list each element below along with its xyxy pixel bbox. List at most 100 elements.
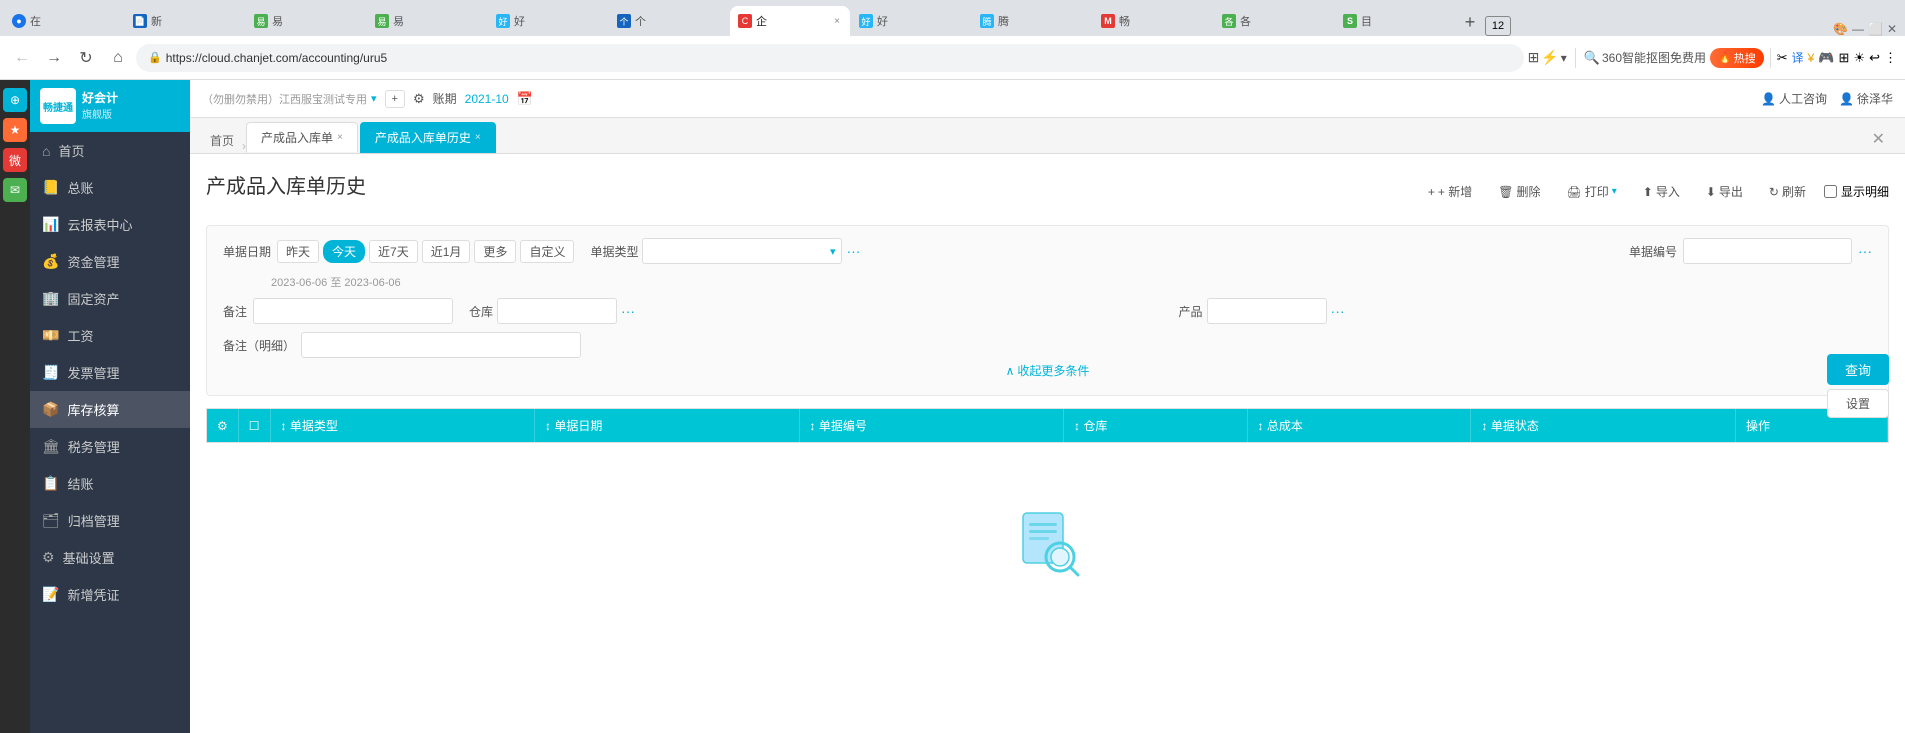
settings-gear-button[interactable]: ⚙: [413, 91, 425, 107]
tab-4[interactable]: 易 易: [367, 6, 487, 36]
customize-chrome-icon[interactable]: 🎨: [1833, 22, 1848, 36]
scissors-icon[interactable]: ✂: [1777, 50, 1788, 66]
sidebar-item-home[interactable]: ⌂ 首页: [30, 132, 190, 169]
sidebar-item-basic[interactable]: ⚙ 基础设置: [30, 539, 190, 576]
warehouse-select[interactable]: [497, 298, 617, 324]
sidebar-item-fixed[interactable]: 🏢 固定资产: [30, 280, 190, 317]
sidebar-item-newvoucher[interactable]: 📝 新增凭证: [30, 576, 190, 613]
product-select[interactable]: [1207, 298, 1327, 324]
th-date[interactable]: ↕ 单据日期: [535, 409, 800, 442]
tab-7-close[interactable]: ×: [832, 14, 842, 29]
translate-icon[interactable]: 译: [1792, 49, 1804, 66]
grid-icon[interactable]: ⊞: [1528, 49, 1540, 66]
remark-input[interactable]: [253, 298, 453, 324]
lightning-icon[interactable]: ⚡: [1541, 49, 1558, 66]
tab-9[interactable]: 腾 腾: [972, 6, 1092, 36]
address-bar[interactable]: 🔒 https://cloud.chanjet.com/accounting/u…: [136, 44, 1524, 72]
date-btn-yesterday[interactable]: 昨天: [277, 240, 319, 263]
tab-8[interactable]: 好 好: [851, 6, 971, 36]
date-btn-more[interactable]: 更多: [474, 240, 516, 263]
sidebar-item-invoice[interactable]: 🧾 发票管理: [30, 354, 190, 391]
sidebar-item-funds[interactable]: 💰 资金管理: [30, 243, 190, 280]
new-tab-button[interactable]: +: [1456, 8, 1484, 36]
th-type[interactable]: ↕ 单据类型: [270, 409, 535, 442]
page-tab-history[interactable]: 产成品入库单历史 ×: [360, 122, 496, 153]
th-warehouse[interactable]: ↕ 仓库: [1064, 409, 1247, 442]
date-btn-today[interactable]: 今天: [323, 240, 365, 263]
th-number[interactable]: ↕ 单据编号: [799, 409, 1064, 442]
tab-10[interactable]: M 畅: [1093, 6, 1213, 36]
tab-7[interactable]: C 企 ×: [730, 6, 850, 36]
remark2-input[interactable]: [301, 332, 581, 358]
page-tab-list[interactable]: 产成品入库单 ×: [246, 122, 358, 153]
game-icon[interactable]: 🎮: [1818, 50, 1834, 66]
tab-11[interactable]: 各 各: [1214, 6, 1334, 36]
tab-2[interactable]: 📄 新: [125, 6, 245, 36]
undo-icon[interactable]: ↩: [1869, 50, 1880, 66]
window-restore[interactable]: ⬜: [1868, 22, 1883, 36]
dock-icon-3[interactable]: 微: [3, 148, 27, 172]
import-button[interactable]: ⬆ 导入: [1635, 179, 1688, 204]
th-status[interactable]: ↕ 单据状态: [1471, 409, 1736, 442]
user-name[interactable]: 👤 徐泽华: [1839, 90, 1893, 107]
sun-icon[interactable]: ☀: [1853, 50, 1865, 66]
number-dots-button[interactable]: ···: [1858, 243, 1872, 259]
print-button[interactable]: 🖨 打印 ▾: [1558, 179, 1624, 204]
layout-icon[interactable]: ⊞: [1839, 50, 1850, 66]
settings-button[interactable]: 设置: [1827, 389, 1889, 418]
show-cols-checkbox[interactable]: [1824, 185, 1837, 198]
collapse-bar[interactable]: ∧ 收起更多条件: [223, 358, 1872, 383]
more-settings-icon[interactable]: ⋮: [1884, 50, 1897, 66]
date-btn-1month[interactable]: 近1月: [422, 240, 471, 263]
show-cols-checkbox-label[interactable]: 显示明细: [1824, 183, 1889, 200]
yuan-icon[interactable]: ¥: [1808, 51, 1815, 65]
sidebar-item-archive[interactable]: 🗂 归档管理: [30, 502, 190, 539]
tab-11-icon: 各: [1222, 14, 1236, 28]
number-input[interactable]: [1683, 238, 1852, 264]
sidebar-item-ledger[interactable]: 📒 总账: [30, 169, 190, 206]
add-company-button[interactable]: +: [385, 90, 405, 108]
delete-button[interactable]: 🗑 删除: [1490, 179, 1548, 204]
query-button[interactable]: 查询: [1827, 354, 1889, 385]
dock-icon-4[interactable]: ✉: [3, 178, 27, 202]
tab-3[interactable]: 易 易: [246, 6, 366, 36]
th-checkbox[interactable]: ☐: [238, 409, 270, 442]
th-total-cost[interactable]: ↕ 总成本: [1247, 409, 1471, 442]
export-button[interactable]: ⬇ 导出: [1698, 179, 1751, 204]
window-close[interactable]: ✕: [1887, 22, 1897, 36]
sidebar-item-inventory[interactable]: 📦 库存核算: [30, 391, 190, 428]
dock-icon-1[interactable]: ⊕: [3, 88, 27, 112]
product-dots-button[interactable]: ···: [1331, 303, 1345, 319]
forward-button[interactable]: →: [40, 44, 68, 72]
calendar-icon[interactable]: 📅: [517, 91, 533, 107]
company-select[interactable]: （勿删勿禁用）江西服宝测试专用 ▾: [202, 91, 377, 107]
page-tab-list-close[interactable]: ×: [337, 132, 343, 143]
refresh-button[interactable]: ↻ 刷新: [1761, 179, 1814, 204]
date-btn-7days[interactable]: 近7天: [369, 240, 418, 263]
breadcrumb-home[interactable]: 首页: [202, 128, 242, 153]
user-service[interactable]: 👤 人工咨询: [1761, 90, 1827, 107]
date-btn-custom[interactable]: 自定义: [520, 240, 574, 263]
panel-close-button[interactable]: ✕: [1864, 125, 1893, 153]
sidebar-item-tax[interactable]: 🏛 税务管理: [30, 428, 190, 465]
tab-6[interactable]: 个 个: [609, 6, 729, 36]
refresh-button[interactable]: ↻: [72, 44, 100, 72]
back-button[interactable]: ←: [8, 44, 36, 72]
sidebar-item-closing[interactable]: 📋 结账: [30, 465, 190, 502]
add-button[interactable]: + + 新增: [1420, 179, 1480, 204]
dock-icon-2[interactable]: ★: [3, 118, 27, 142]
sidebar-item-reports[interactable]: 📊 云报表中心: [30, 206, 190, 243]
dropdown-icon[interactable]: ▾: [1561, 51, 1567, 65]
tab-1[interactable]: ● 在: [4, 6, 124, 36]
window-minimize[interactable]: —: [1852, 22, 1864, 36]
page-tab-history-close[interactable]: ×: [475, 132, 481, 143]
type-select[interactable]: ▾: [642, 238, 842, 264]
sidebar-item-payroll[interactable]: 💴 工资: [30, 317, 190, 354]
type-dots-button[interactable]: ···: [846, 243, 860, 259]
warehouse-dots-button[interactable]: ···: [621, 303, 635, 319]
th-settings[interactable]: ⚙: [207, 409, 238, 442]
tab-12[interactable]: S 目: [1335, 6, 1455, 36]
hot-search[interactable]: 🔥 热搜: [1710, 48, 1764, 68]
home-button[interactable]: ⌂: [104, 44, 132, 72]
tab-5[interactable]: 好 好: [488, 6, 608, 36]
